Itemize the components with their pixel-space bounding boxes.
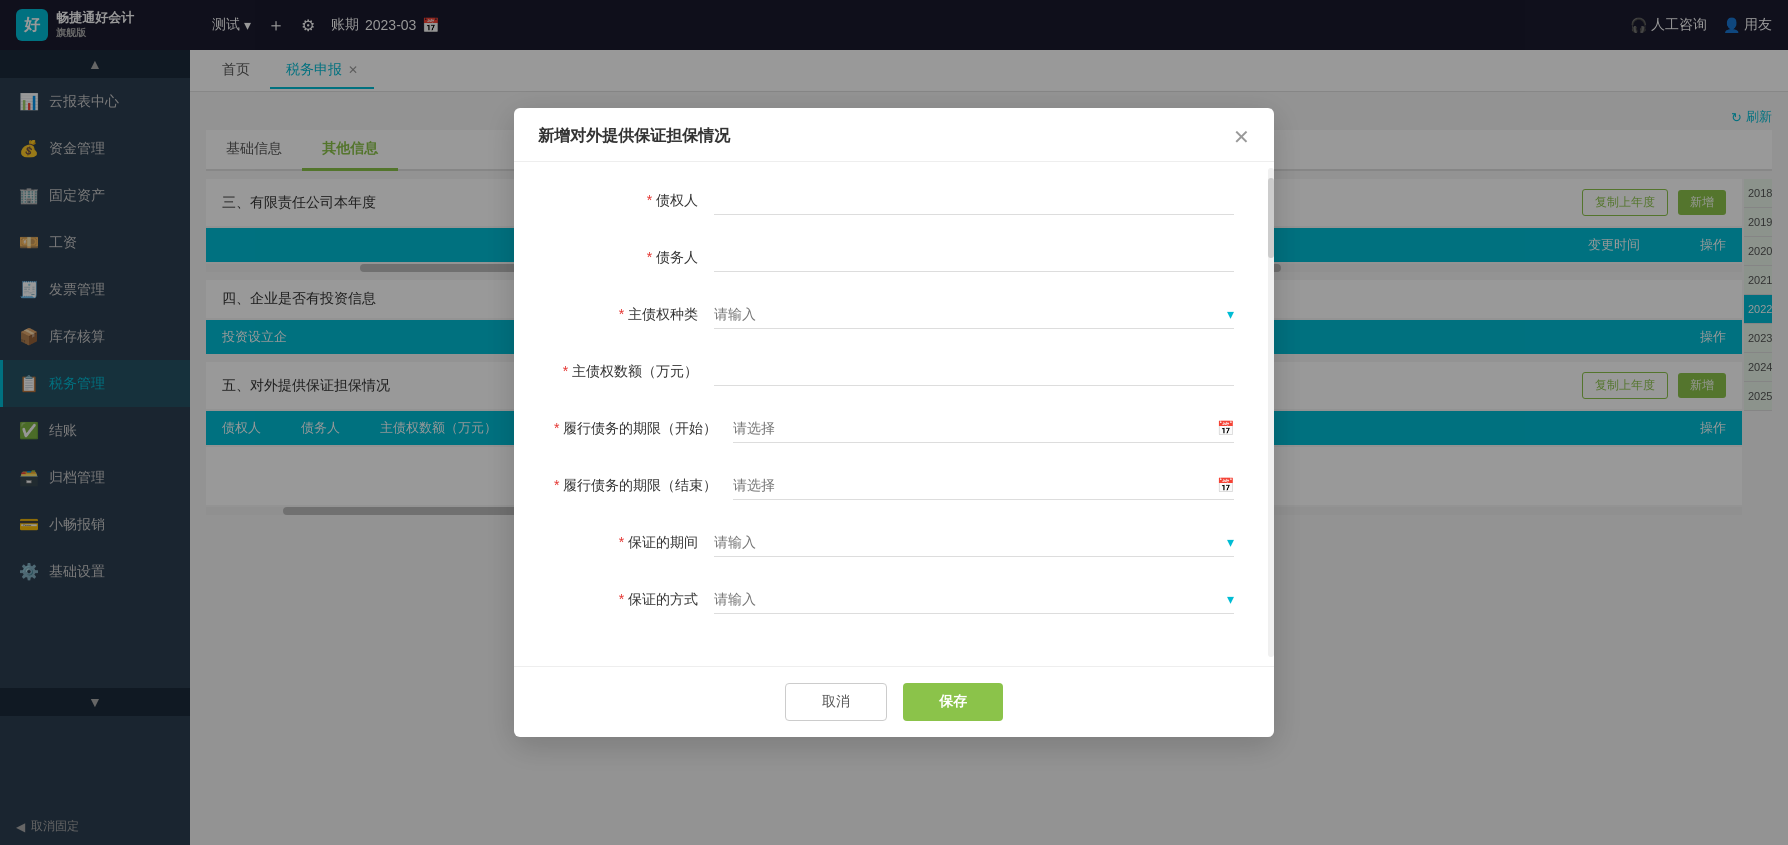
- guarantee-method-arrow: ▾: [1227, 591, 1234, 607]
- form-row-debtor: * 债务人: [554, 243, 1234, 272]
- creditor-label: * 债权人: [554, 192, 714, 210]
- modal-overlay[interactable]: 新增对外提供保证担保情况 ✕ * 债权人 * 债务人: [0, 0, 1788, 845]
- form-row-period-end: * 履行债务的期限（结束） 📅: [554, 471, 1234, 500]
- modal-title: 新增对外提供保证担保情况: [538, 126, 730, 147]
- debt-type-arrow: ▾: [1227, 306, 1234, 322]
- period-end-label: * 履行债务的期限（结束）: [554, 477, 733, 495]
- modal-header: 新增对外提供保证担保情况 ✕: [514, 108, 1274, 162]
- guarantee-period-label: * 保证的期间: [554, 534, 714, 552]
- guarantee-period-select[interactable]: ▾: [714, 528, 1234, 557]
- form-row-guarantee-method: * 保证的方式 ▾: [554, 585, 1234, 614]
- period-start-calendar-icon[interactable]: 📅: [1217, 420, 1234, 436]
- debt-type-label: * 主债权种类: [554, 306, 714, 324]
- debt-type-select[interactable]: ▾: [714, 300, 1234, 329]
- cancel-button[interactable]: 取消: [785, 683, 887, 721]
- debtor-input[interactable]: [714, 243, 1234, 272]
- debt-amount-input[interactable]: [714, 357, 1234, 386]
- debt-amount-label: * 主债权数额（万元）: [554, 363, 714, 381]
- debt-type-input[interactable]: [714, 306, 1227, 322]
- modal: 新增对外提供保证担保情况 ✕ * 债权人 * 债务人: [514, 108, 1274, 737]
- period-start-date-wrap: 📅: [733, 414, 1234, 443]
- guarantee-period-arrow: ▾: [1227, 534, 1234, 550]
- guarantee-period-input[interactable]: [714, 534, 1227, 550]
- creditor-input[interactable]: [714, 186, 1234, 215]
- form-row-debt-amount: * 主债权数额（万元）: [554, 357, 1234, 386]
- guarantee-method-label: * 保证的方式: [554, 591, 714, 609]
- period-end-calendar-icon[interactable]: 📅: [1217, 477, 1234, 493]
- period-end-input[interactable]: [733, 477, 1217, 493]
- period-start-label: * 履行债务的期限（开始）: [554, 420, 733, 438]
- period-start-input[interactable]: [733, 420, 1217, 436]
- modal-scrollbar[interactable]: [1268, 168, 1274, 657]
- debtor-label: * 债务人: [554, 249, 714, 267]
- modal-body: * 债权人 * 债务人 * 主债权种类: [514, 162, 1274, 666]
- guarantee-method-select[interactable]: ▾: [714, 585, 1234, 614]
- save-button[interactable]: 保存: [903, 683, 1003, 721]
- form-row-period-start: * 履行债务的期限（开始） 📅: [554, 414, 1234, 443]
- modal-close-button[interactable]: ✕: [1233, 127, 1250, 147]
- modal-footer: 取消 保存: [514, 666, 1274, 737]
- form-row-creditor: * 债权人: [554, 186, 1234, 215]
- period-end-date-wrap: 📅: [733, 471, 1234, 500]
- form-row-debt-type: * 主债权种类 ▾: [554, 300, 1234, 329]
- modal-scrollbar-thumb: [1268, 178, 1274, 258]
- guarantee-method-input[interactable]: [714, 591, 1227, 607]
- form-row-guarantee-period: * 保证的期间 ▾: [554, 528, 1234, 557]
